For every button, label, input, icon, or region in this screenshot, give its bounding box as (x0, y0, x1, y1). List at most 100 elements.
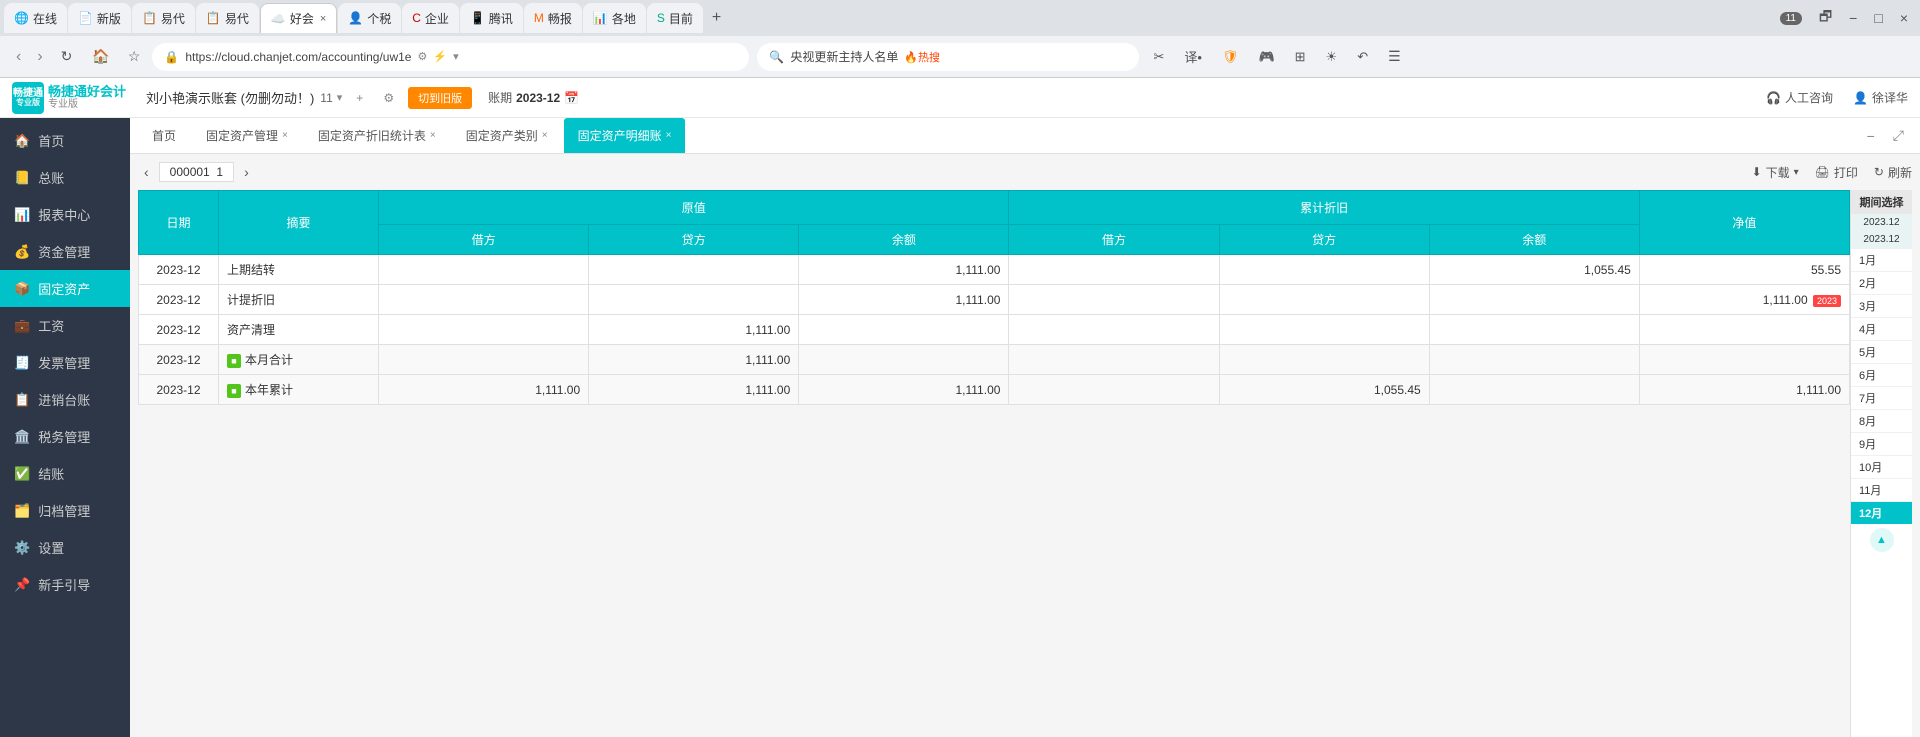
back-button[interactable]: ‹ (12, 46, 25, 68)
history-icon[interactable]: ↶ (1351, 47, 1374, 67)
browser-tab-tengxun[interactable]: 📱 腾讯 (460, 3, 523, 33)
tab-icon: S (657, 11, 665, 25)
period-row-month1[interactable]: 1月 (1851, 248, 1912, 271)
sidebar-item-invoice[interactable]: 🧾 发票管理 (0, 344, 130, 381)
tab-close-icon[interactable]: × (542, 130, 548, 141)
add-company-icon[interactable]: + (350, 89, 369, 107)
tab-fixed-asset-mgmt[interactable]: 固定资产管理 × (192, 118, 302, 153)
sidebar-item-reports[interactable]: 📊 报表中心 (0, 196, 130, 233)
cell-accum-balance (1429, 375, 1639, 405)
period-row-month6[interactable]: 6月 (1851, 363, 1912, 386)
browser-tab-yidai1[interactable]: 📋 易代 (132, 3, 195, 33)
prev-page-btn[interactable]: ‹ (138, 162, 155, 182)
sidebar-item-closing[interactable]: ✅ 结账 (0, 455, 130, 492)
period-row-month5[interactable]: 5月 (1851, 340, 1912, 363)
new-tab-button[interactable]: + (704, 5, 729, 31)
period-row-month9[interactable]: 9月 (1851, 432, 1912, 455)
minimize-button[interactable]: − (1841, 6, 1865, 30)
tab-asset-category[interactable]: 固定资产类别 × (452, 118, 562, 153)
user-info[interactable]: 👤 徐译华 (1853, 89, 1908, 106)
bookmark-button[interactable]: ☆ (124, 46, 145, 67)
tab-home[interactable]: 首页 (138, 118, 190, 153)
browser-tab-qiye[interactable]: C 企业 (402, 3, 459, 33)
browser-tab-gedi[interactable]: 📊 各地 (583, 3, 646, 33)
menu-icon[interactable]: ☰ (1382, 46, 1407, 67)
sidebar-item-settings[interactable]: ⚙️ 设置 (0, 529, 130, 566)
tab-label: 好会 (290, 10, 314, 27)
address-input[interactable]: 🔒 https://cloud.chanjet.com/accounting/u… (152, 43, 749, 71)
brightness-icon[interactable]: ☀ (1320, 47, 1344, 67)
period-scroll-up[interactable]: ▲ (1870, 528, 1894, 552)
sidebar-item-guide[interactable]: 📌 新手引导 (0, 566, 130, 603)
home-button[interactable]: 🏠 (86, 46, 115, 67)
minimize-panel-btn[interactable]: − (1859, 124, 1883, 148)
period-row-month11[interactable]: 11月 (1851, 478, 1912, 501)
funds-icon: 💰 (14, 244, 30, 260)
cell-accum-credit (1219, 315, 1429, 345)
grid-icon[interactable]: ⊞ (1289, 47, 1312, 67)
page-number: 000001 1 (159, 162, 234, 182)
sidebar-item-ledger[interactable]: 📒 总账 (0, 159, 130, 196)
download-btn[interactable]: ⬇ 下载 ▾ (1752, 164, 1799, 181)
translate-icon[interactable]: 译• (1178, 45, 1208, 68)
close-button[interactable]: × (1892, 6, 1916, 30)
print-icon: 🖨 (1815, 165, 1830, 179)
settings-company-icon[interactable]: ⚙ (377, 89, 400, 107)
tab-depreciation-stats[interactable]: 固定资产折旧统计表 × (304, 118, 450, 153)
browser-tab-yidai2[interactable]: 📋 易代 (196, 3, 259, 33)
switch-old-version-btn[interactable]: 切到旧版 (408, 87, 472, 109)
sidebar-item-fixed-assets[interactable]: 📦 固定资产 (0, 270, 130, 307)
help-btn[interactable]: 🎧 人工咨询 (1766, 89, 1833, 106)
sidebar-item-tax[interactable]: 🏛️ 税务管理 (0, 418, 130, 455)
sidebar-item-inventory[interactable]: 📋 进销台账 (0, 381, 130, 418)
dropdown-icon[interactable]: ▾ (453, 50, 459, 63)
period-row-month8[interactable]: 8月 (1851, 409, 1912, 432)
sidebar-item-funds[interactable]: 💰 资金管理 (0, 233, 130, 270)
search-input[interactable]: 🔍 央视更新主持人名单 🔥热搜 (757, 43, 1139, 71)
period-row-month2[interactable]: 2月 (1851, 271, 1912, 294)
reload-button[interactable]: ↻ (55, 46, 79, 67)
period-row-month10[interactable]: 10月 (1851, 455, 1912, 478)
period-row-month12[interactable]: 12月 (1851, 501, 1912, 524)
company-selector[interactable]: 刘小艳演示账套 (勿删勿动！) 11 ▾ (146, 88, 342, 107)
reports-icon: 📊 (14, 207, 30, 223)
sidebar-label: 发票管理 (38, 353, 90, 372)
sidebar-item-salary[interactable]: 💼 工资 (0, 307, 130, 344)
refresh-btn[interactable]: ↻ 刷新 (1874, 164, 1912, 181)
period-row-month7[interactable]: 7月 (1851, 386, 1912, 409)
cell-summary: ■本年累计 (219, 375, 379, 405)
maximize-button[interactable]: □ (1866, 6, 1890, 30)
tab-close-icon[interactable]: × (666, 130, 672, 141)
sidebar-item-archive[interactable]: 🗂️ 归档管理 (0, 492, 130, 529)
forward-button[interactable]: › (33, 46, 46, 68)
site-info-icon[interactable]: ⚙ (417, 50, 427, 63)
browser-tab-geshui[interactable]: 👤 个税 (338, 3, 401, 33)
tab-asset-detail[interactable]: 固定资产明细账 × (564, 118, 686, 153)
browser-tab-new[interactable]: 📄 新版 (68, 3, 131, 33)
restore-button[interactable]: 🗗 (1811, 2, 1840, 34)
cell-date: 2023-12 (139, 345, 219, 375)
tab-close-icon[interactable]: × (430, 130, 436, 141)
expand-panel-btn[interactable]: ⤢ (1885, 123, 1912, 148)
game-icon[interactable]: 🎮 (1252, 47, 1280, 67)
period-row-month3[interactable]: 3月 (1851, 294, 1912, 317)
print-btn[interactable]: 🖨 打印 (1815, 164, 1858, 181)
tab-close-icon[interactable]: × (320, 13, 326, 25)
lightning-icon[interactable]: ⚡ (433, 50, 447, 63)
cut-icon[interactable]: ✂ (1147, 47, 1170, 67)
browser-tab-muqian[interactable]: S 目前 (647, 3, 703, 33)
calendar-icon[interactable]: 📅 (564, 91, 579, 105)
tab-close-icon[interactable]: × (282, 130, 288, 141)
sidebar-item-home[interactable]: 🏠 首页 (0, 122, 130, 159)
shield-icon[interactable]: 🛡 (1216, 47, 1245, 67)
period-row-month4[interactable]: 4月 (1851, 317, 1912, 340)
browser-tab-online[interactable]: 🌐 在线 (4, 3, 67, 33)
tab-icon: ☁️ (271, 12, 286, 26)
browser-tab-haohuiji[interactable]: ☁️ 好会 × (260, 3, 337, 33)
table-row-summary: 2023-12 ■本月合计 1,111.00 (139, 345, 1850, 375)
tab-icon: 📱 (470, 11, 485, 25)
next-page-btn[interactable]: › (238, 162, 255, 182)
browser-tab-changbao[interactable]: M 畅报 (524, 3, 582, 33)
cell-orig-balance (799, 315, 1009, 345)
tab-icon: 📋 (206, 11, 221, 25)
